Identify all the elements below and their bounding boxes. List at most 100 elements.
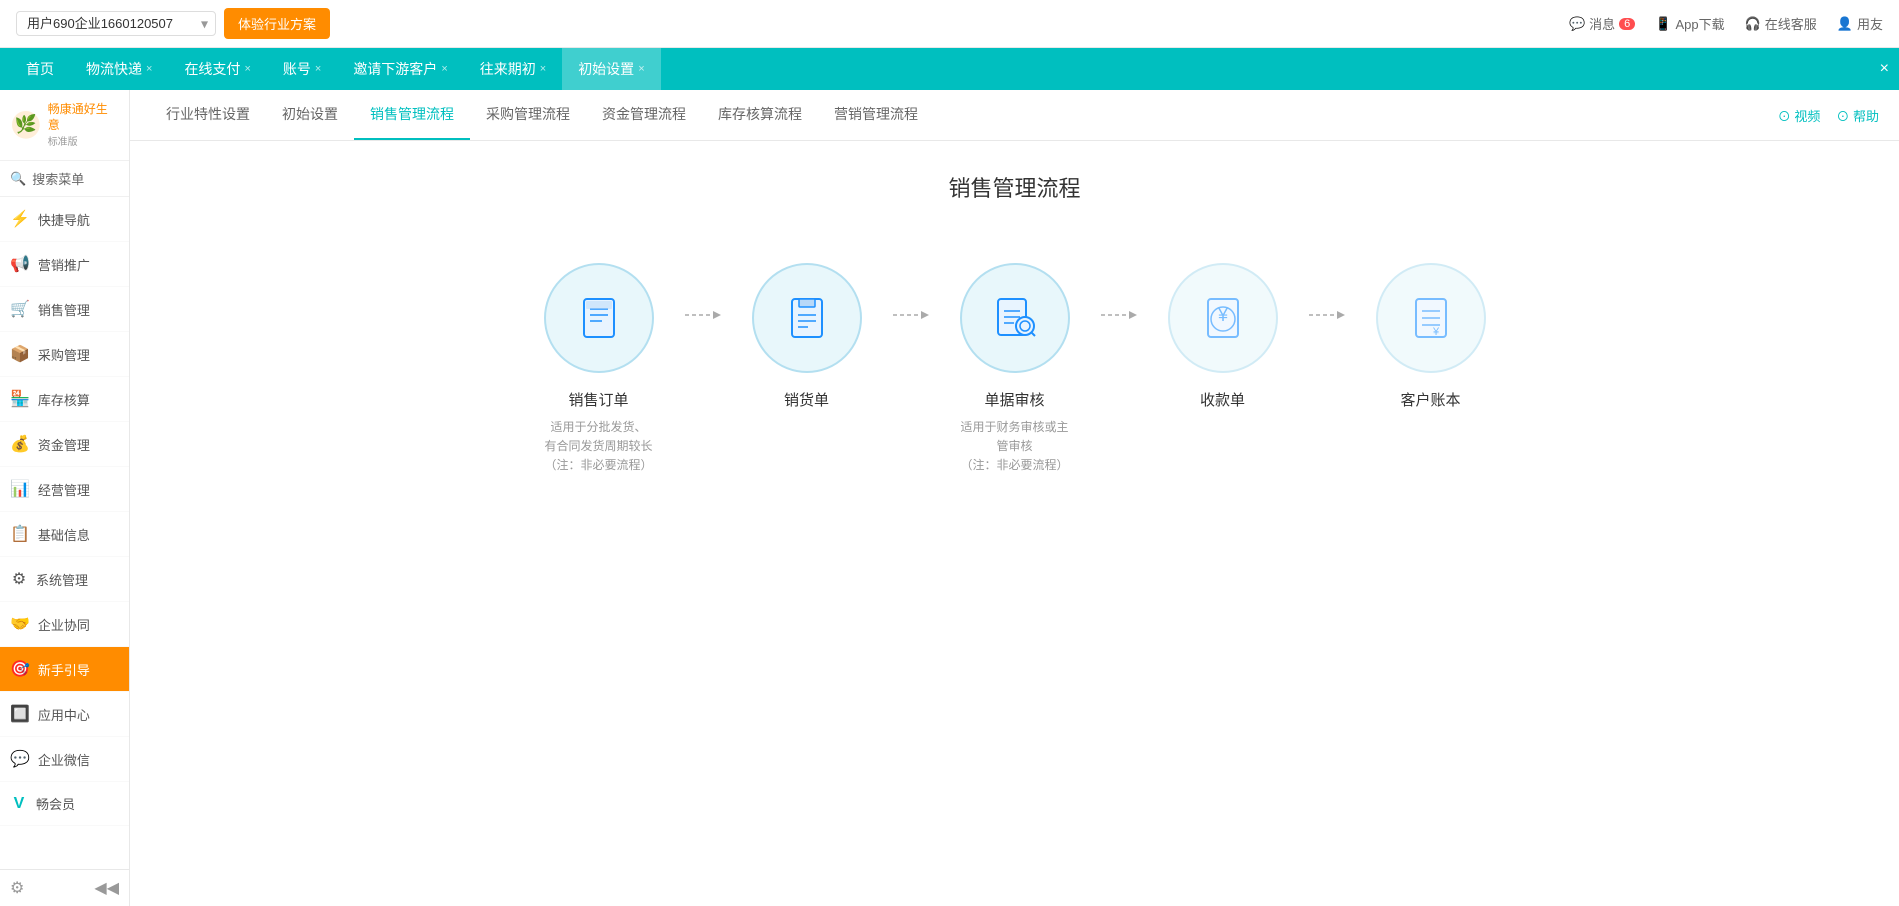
sidebar-item-purchase-mgmt-label: 采购管理 xyxy=(38,345,90,364)
sidebar-item-marketing-promo[interactable]: 📢 营销推广 xyxy=(0,242,129,287)
nav-tab-home-label: 首页 xyxy=(26,59,54,79)
nav-tab-logistics[interactable]: 物流快递 × xyxy=(70,48,168,90)
flow-arrow-3 xyxy=(1095,263,1143,325)
sub-tabs-right: ⊙ 视频 ⊙ 帮助 xyxy=(1778,106,1879,125)
nav-tab-account-close[interactable]: × xyxy=(315,63,321,75)
sub-tabs: 行业特性设置 初始设置 销售管理流程 采购管理流程 资金管理流程 库存核算流程 … xyxy=(130,90,1899,141)
sidebar-item-enterprise-wechat[interactable]: 💬 企业微信 xyxy=(0,737,129,782)
nav-tab-period-close[interactable]: × xyxy=(540,63,546,75)
flow-circle-sales-delivery[interactable] xyxy=(752,263,862,373)
sub-tab-sales-flow[interactable]: 销售管理流程 xyxy=(354,90,470,140)
sys-mgmt-icon: ⚙ xyxy=(10,569,28,589)
message-icon: 💬 xyxy=(1569,16,1585,32)
nav-close-all-btn[interactable]: × xyxy=(1880,60,1889,78)
nav-tabs: 首页 物流快递 × 在线支付 × 账号 × 邀请下游客户 × 往来期初 × 初始… xyxy=(0,48,1899,90)
logo-text-wrap: 畅康通好生意 标准版 xyxy=(48,102,119,148)
sales-mgmt-icon: 🛒 xyxy=(10,299,30,319)
enterprise-coop-icon: 🤝 xyxy=(10,614,30,634)
nav-tab-home[interactable]: 首页 xyxy=(10,48,70,90)
sub-tab-marketing-flow[interactable]: 营销管理流程 xyxy=(818,90,934,140)
user-select[interactable]: 用户690企业1660120507 xyxy=(16,11,216,36)
flow-label-sales-order: 销售订单 xyxy=(568,389,628,410)
sidebar-item-ops-mgmt-label: 经营管理 xyxy=(38,480,90,499)
flow-desc-doc-review: 适用于财务审核或主管审核（注：非必要流程） xyxy=(960,418,1068,476)
sidebar-item-purchase-mgmt[interactable]: 📦 采购管理 xyxy=(0,332,129,377)
app-download-label: App下载 xyxy=(1675,14,1724,33)
flow-circle-receipt[interactable]: ¥ xyxy=(1168,263,1278,373)
nav-tab-invite[interactable]: 邀请下游客户 × xyxy=(337,48,463,90)
sidebar-item-finance-mgmt[interactable]: 💰 资金管理 xyxy=(0,422,129,467)
sidebar-item-quick-nav-label: 快捷导航 xyxy=(38,210,90,229)
user-select-wrap: 用户690企业1660120507 xyxy=(16,11,216,36)
sidebar: 🌿 畅康通好生意 标准版 🔍 搜索菜单 ⚡ 快捷导航 📢 营销推广 🛒 销售管理… xyxy=(0,90,130,906)
member-icon: V xyxy=(10,795,28,813)
sidebar-item-basic-info[interactable]: 📋 基础信息 xyxy=(0,512,129,557)
sub-tab-finance-flow[interactable]: 资金管理流程 xyxy=(586,90,702,140)
sidebar-search-label: 搜索菜单 xyxy=(32,169,84,188)
nav-tab-payment-close[interactable]: × xyxy=(244,63,250,75)
nav-tab-init-label: 初始设置 xyxy=(578,59,634,79)
top-bar-right: 💬 消息 6 📱 App下载 🎧 在线客服 👤 用友 xyxy=(1569,14,1883,33)
sidebar-item-app-center[interactable]: 🔲 应用中心 xyxy=(0,692,129,737)
flow-label-receipt: 收款单 xyxy=(1200,389,1245,410)
message-badge: 6 xyxy=(1619,18,1635,30)
sub-tab-inventory-flow[interactable]: 库存核算流程 xyxy=(702,90,818,140)
sidebar-item-sys-mgmt[interactable]: ⚙ 系统管理 xyxy=(0,557,129,602)
sub-tab-industry-settings[interactable]: 行业特性设置 xyxy=(150,90,266,140)
trial-btn[interactable]: 体验行业方案 xyxy=(224,8,330,39)
flow-desc-sales-order: 适用于分批发货、有合同发货周期较长（注：非必要流程） xyxy=(544,418,652,476)
sidebar-search[interactable]: 🔍 搜索菜单 xyxy=(0,161,129,197)
sidebar-item-new-guide[interactable]: 🎯 新手引导 xyxy=(0,647,129,692)
sidebar-bottom: ⚙ ◀◀ xyxy=(0,869,129,906)
settings-bottom-icon[interactable]: ⚙ xyxy=(10,878,24,898)
nav-tab-init-close[interactable]: × xyxy=(638,63,644,75)
flow-item-doc-review: 单据审核 适用于财务审核或主管审核（注：非必要流程） xyxy=(935,263,1095,476)
app-download-item[interactable]: 📱 App下载 xyxy=(1655,14,1724,33)
video-link[interactable]: ⊙ 视频 xyxy=(1778,106,1821,125)
nav-tab-logistics-close[interactable]: × xyxy=(146,63,152,75)
message-item[interactable]: 💬 消息 6 xyxy=(1569,14,1635,33)
nav-tab-init[interactable]: 初始设置 × xyxy=(562,48,660,90)
flow-circle-customer-ledger[interactable]: ¥ xyxy=(1376,263,1486,373)
collapse-icon[interactable]: ◀◀ xyxy=(94,878,119,898)
flow-label-doc-review: 单据审核 xyxy=(984,389,1044,410)
sidebar-item-enterprise-coop-label: 企业协同 xyxy=(38,615,90,634)
flow-item-sales-order: 销售订单 适用于分批发货、有合同发货周期较长（注：非必要流程） xyxy=(519,263,679,476)
basic-info-icon: 📋 xyxy=(10,524,30,544)
flow-item-sales-delivery: 销货单 xyxy=(727,263,887,418)
nav-tab-period[interactable]: 往来期初 × xyxy=(464,48,562,90)
help-link[interactable]: ⊙ 帮助 xyxy=(1836,106,1879,125)
customer-service-label: 在线客服 xyxy=(1765,14,1817,33)
nav-tab-payment[interactable]: 在线支付 × xyxy=(168,48,266,90)
nav-tab-invite-label: 邀请下游客户 xyxy=(353,59,437,79)
sidebar-item-sys-mgmt-label: 系统管理 xyxy=(36,570,88,589)
sidebar-item-ops-mgmt[interactable]: 📊 经营管理 xyxy=(0,467,129,512)
sidebar-item-sales-mgmt[interactable]: 🛒 销售管理 xyxy=(0,287,129,332)
flow-arrow-2 xyxy=(887,263,935,325)
user-avatar-item[interactable]: 👤 用友 xyxy=(1837,14,1883,33)
sidebar-item-marketing-promo-label: 营销推广 xyxy=(38,255,90,274)
sidebar-item-enterprise-wechat-label: 企业微信 xyxy=(38,750,90,769)
sidebar-item-member[interactable]: V 畅会员 xyxy=(0,782,129,826)
sidebar-item-app-center-label: 应用中心 xyxy=(38,705,90,724)
logo-icon: 🌿 xyxy=(10,109,42,141)
flow-circle-doc-review[interactable] xyxy=(960,263,1070,373)
app-center-icon: 🔲 xyxy=(10,704,30,724)
sidebar-item-quick-nav[interactable]: ⚡ 快捷导航 xyxy=(0,197,129,242)
flow-arrow-1 xyxy=(679,263,727,325)
sub-tab-purchase-flow[interactable]: 采购管理流程 xyxy=(470,90,586,140)
sidebar-item-new-guide-label: 新手引导 xyxy=(38,660,90,679)
main-layout: 🌿 畅康通好生意 标准版 🔍 搜索菜单 ⚡ 快捷导航 📢 营销推广 🛒 销售管理… xyxy=(0,90,1899,906)
sidebar-item-inventory[interactable]: 🏪 库存核算 xyxy=(0,377,129,422)
svg-text:🌿: 🌿 xyxy=(15,113,37,134)
nav-tab-period-label: 往来期初 xyxy=(480,59,536,79)
nav-tab-invite-close[interactable]: × xyxy=(441,63,447,75)
nav-tab-account[interactable]: 账号 × xyxy=(267,48,337,90)
sidebar-item-enterprise-coop[interactable]: 🤝 企业协同 xyxy=(0,602,129,647)
sub-tab-init-settings[interactable]: 初始设置 xyxy=(266,90,354,140)
search-icon: 🔍 xyxy=(10,171,26,187)
flow-label-customer-ledger: 客户账本 xyxy=(1400,389,1460,410)
enterprise-wechat-icon: 💬 xyxy=(10,749,30,769)
flow-circle-sales-order[interactable] xyxy=(544,263,654,373)
customer-service-item[interactable]: 🎧 在线客服 xyxy=(1745,14,1817,33)
